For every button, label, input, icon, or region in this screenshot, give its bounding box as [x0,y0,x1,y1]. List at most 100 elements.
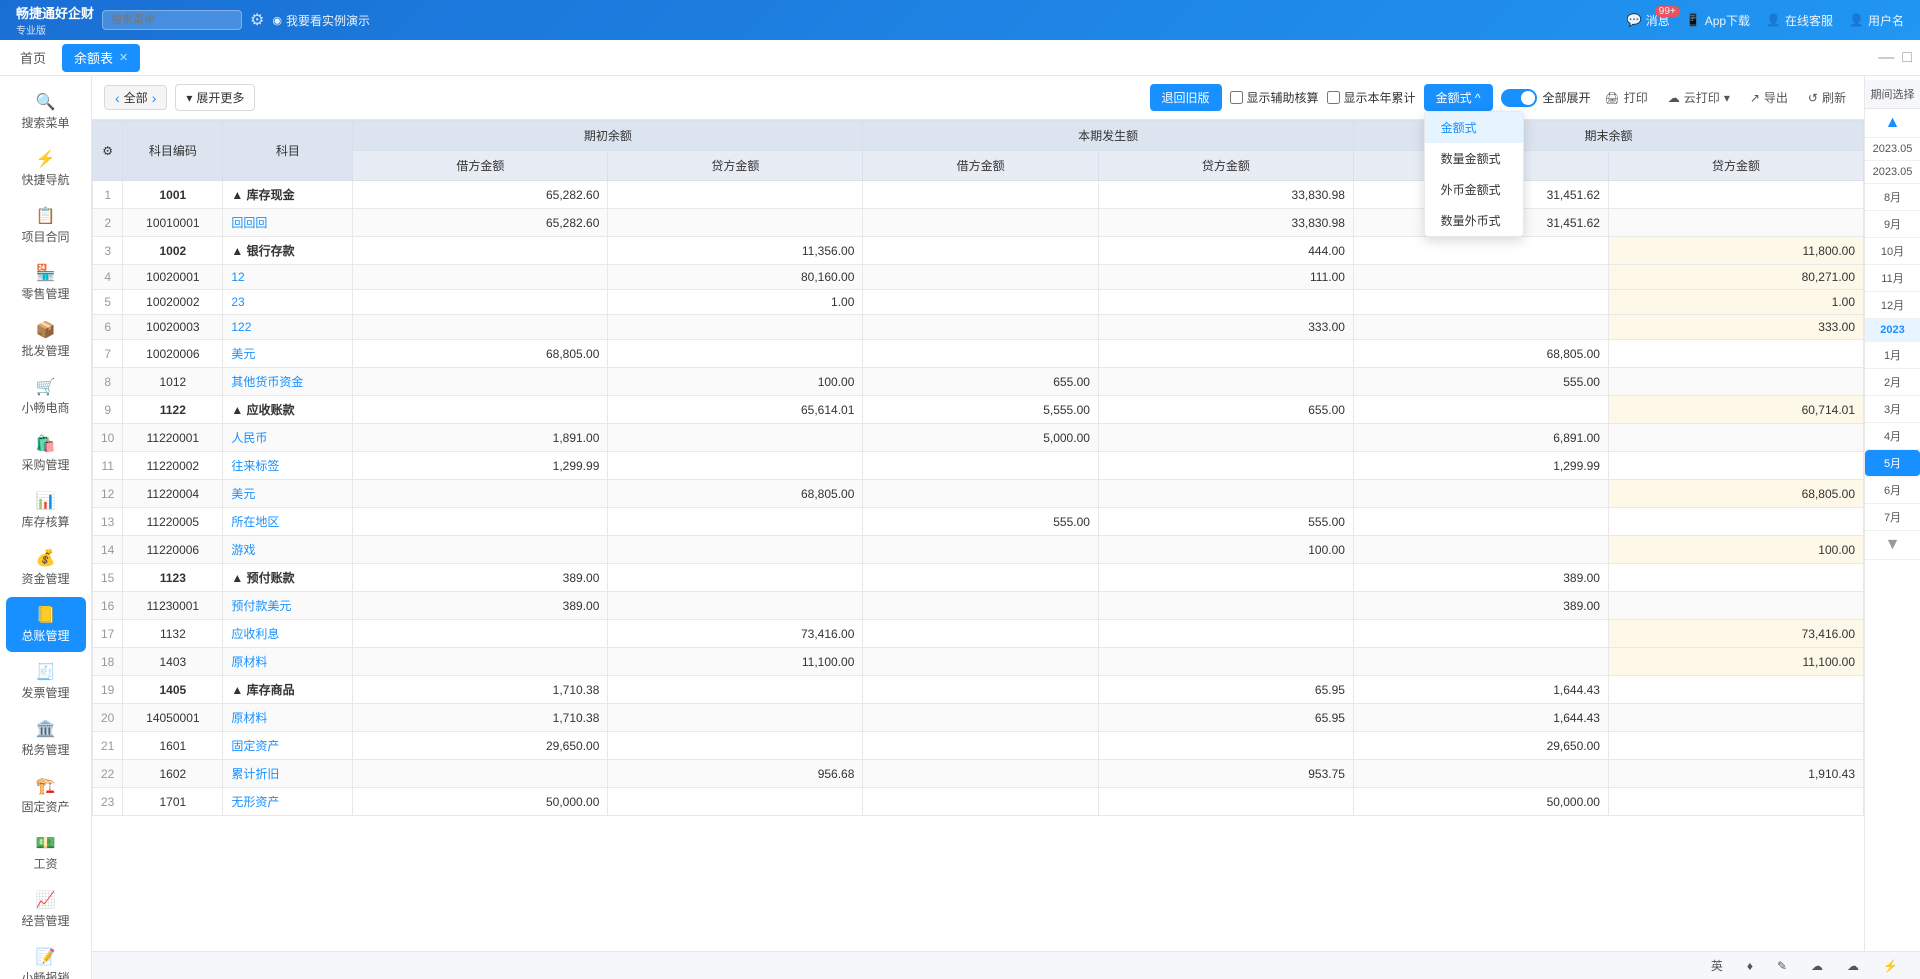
period-2[interactable]: 2月 [1865,369,1920,396]
sidebar-item-project[interactable]: 📋 项目合同 [6,198,86,253]
row-subject[interactable]: ▲ 预付账款 [223,564,353,592]
row-subject[interactable]: 122 [223,315,353,340]
period-3[interactable]: 3月 [1865,396,1920,423]
expand-more-btn[interactable]: ▾ 展开更多 [175,84,255,111]
period-10[interactable]: 10月 [1865,238,1920,265]
row-code: 1601 [123,732,223,760]
sidebar-item-salary[interactable]: 💵 工资 [6,825,86,880]
show-auxiliary-input[interactable] [1230,91,1243,104]
sidebar-item-search[interactable]: 🔍 搜索菜单 [6,84,86,139]
export-btn[interactable]: ↗ 导出 [1744,85,1794,110]
tab-maximize-icon[interactable]: □ [1902,49,1912,67]
show-auxiliary-check[interactable]: 显示辅助核算 [1230,89,1319,106]
period-2023-05-end[interactable]: 2023.05 [1865,161,1920,184]
sidebar-item-expense[interactable]: 📝 小畅报销 [6,939,86,979]
cloud-print-btn[interactable]: ☁ 云打印 ▾ [1662,85,1736,110]
sidebar-item-purchase[interactable]: 🛍️ 采购管理 [6,426,86,481]
period-11[interactable]: 11月 [1865,265,1920,292]
period-year-2023[interactable]: 2023 [1865,319,1920,342]
fund-icon: 💰 [36,548,56,568]
period-7[interactable]: 7月 [1865,504,1920,531]
settings-icon[interactable]: ⚙ [102,144,113,158]
row-subject[interactable]: 美元 [223,340,353,368]
row-cur-credit: 655.00 [1098,396,1353,424]
period-1[interactable]: 1月 [1865,342,1920,369]
period-12[interactable]: 12月 [1865,292,1920,319]
format-option-foreign[interactable]: 外币金额式 [1425,174,1523,205]
period-6[interactable]: 6月 [1865,477,1920,504]
sidebar-item-quick-nav[interactable]: ⚡ 快捷导航 [6,141,86,196]
row-subject[interactable]: 累计折旧 [223,760,353,788]
period-5-active[interactable]: 5月 [1865,450,1920,477]
filter-all-btn[interactable]: ‹ 全部 › [104,85,167,110]
row-subject[interactable]: 固定资产 [223,732,353,760]
row-subject[interactable]: 往来标签 [223,452,353,480]
user-avatar[interactable]: 👤 用户名 [1849,12,1904,29]
row-subject[interactable]: 游戏 [223,536,353,564]
row-subject[interactable]: 其他货币资金 [223,368,353,396]
format-option-qty-amount[interactable]: 数量金额式 [1425,143,1523,174]
format-option-qty-foreign[interactable]: 数量外币式 [1425,205,1523,236]
search-input[interactable] [102,10,242,30]
status-cloud2-btn[interactable]: ☁ [1841,957,1865,975]
period-9[interactable]: 9月 [1865,211,1920,238]
row-subject[interactable]: 预付款美元 [223,592,353,620]
row-subject[interactable]: 原材料 [223,648,353,676]
status-diamond-btn[interactable]: ♦ [1741,957,1759,975]
gear-icon[interactable]: ⚙ [250,10,264,30]
row-subject[interactable]: 23 [223,290,353,315]
format-option-amount[interactable]: 金额式 [1425,112,1523,143]
sidebar-item-management[interactable]: 📈 经营管理 [6,882,86,937]
sidebar-item-wholesale[interactable]: 📦 批发管理 [6,312,86,367]
toggle-switch[interactable] [1501,89,1537,107]
sidebar-item-invoice[interactable]: 🧾 发票管理 [6,654,86,709]
row-subject[interactable]: ▲ 应收账款 [223,396,353,424]
col-settings-header[interactable]: ⚙ [93,121,123,181]
row-subject[interactable]: 原材料 [223,704,353,732]
demo-link[interactable]: 我要看实例演示 [272,12,370,29]
status-bolt-btn[interactable]: ⚡ [1877,957,1904,975]
show-annual-check[interactable]: 显示本年累计 [1327,89,1416,106]
sidebar-item-ledger[interactable]: 📒 总账管理 [6,597,86,652]
row-subject[interactable]: ▲ 银行存款 [223,237,353,265]
tab-close-icon[interactable]: ✕ [119,51,128,64]
row-subject[interactable]: 美元 [223,480,353,508]
sidebar-item-retail[interactable]: 🏪 零售管理 [6,255,86,310]
refresh-btn[interactable]: ↺ 刷新 [1802,85,1852,110]
row-subject[interactable]: 应收利息 [223,620,353,648]
row-code: 14050001 [123,704,223,732]
period-nav-up[interactable]: ▲ [1865,109,1920,138]
return-old-btn[interactable]: 退回旧版 [1150,84,1222,111]
row-subject[interactable]: ▲ 库存现金 [223,181,353,209]
tab-balance[interactable]: 余额表 ✕ [62,44,140,72]
status-edit-btn[interactable]: ✎ [1771,957,1793,975]
print-btn[interactable]: 🖨 打印 [1599,85,1654,110]
period-nav-down[interactable]: ▼ [1865,531,1920,560]
sidebar-item-tax[interactable]: 🏛️ 税务管理 [6,711,86,766]
sidebar-item-ecommerce[interactable]: 🛒 小畅电商 [6,369,86,424]
status-lang-btn[interactable]: 英 [1705,955,1729,976]
col-opening-balance-header: 期初余额 [353,121,863,151]
period-4[interactable]: 4月 [1865,423,1920,450]
row-subject[interactable]: 无形资产 [223,788,353,816]
online-service-btn[interactable]: 👤 在线客服 [1766,12,1833,29]
show-annual-input[interactable] [1327,91,1340,104]
sidebar-item-inventory[interactable]: 📊 库存核算 [6,483,86,538]
app-download-btn[interactable]: 📱 App下载 [1686,12,1750,29]
sidebar-item-fund[interactable]: 💰 资金管理 [6,540,86,595]
period-8[interactable]: 8月 [1865,184,1920,211]
expand-all-toggle[interactable]: 全部展开 [1501,89,1591,107]
row-subject[interactable]: ▲ 库存商品 [223,676,353,704]
sidebar-item-fixed-assets[interactable]: 🏗️ 固定资产 [6,768,86,823]
period-2023-05-start[interactable]: 2023.05 [1865,138,1920,161]
format-dropdown-btn[interactable]: 金额式 ^ [1424,84,1493,111]
status-cloud1-btn[interactable]: ☁ [1805,957,1829,975]
row-subject[interactable]: 12 [223,265,353,290]
tab-home[interactable]: 首页 [8,44,58,72]
tab-minimize-icon[interactable]: — [1878,49,1894,67]
row-subject[interactable]: 所在地区 [223,508,353,536]
row-cl-credit: 100.00 [1608,536,1863,564]
message-btn[interactable]: 💬 消息 99+ [1627,12,1670,29]
row-subject[interactable]: 回回回 [223,209,353,237]
row-subject[interactable]: 人民币 [223,424,353,452]
